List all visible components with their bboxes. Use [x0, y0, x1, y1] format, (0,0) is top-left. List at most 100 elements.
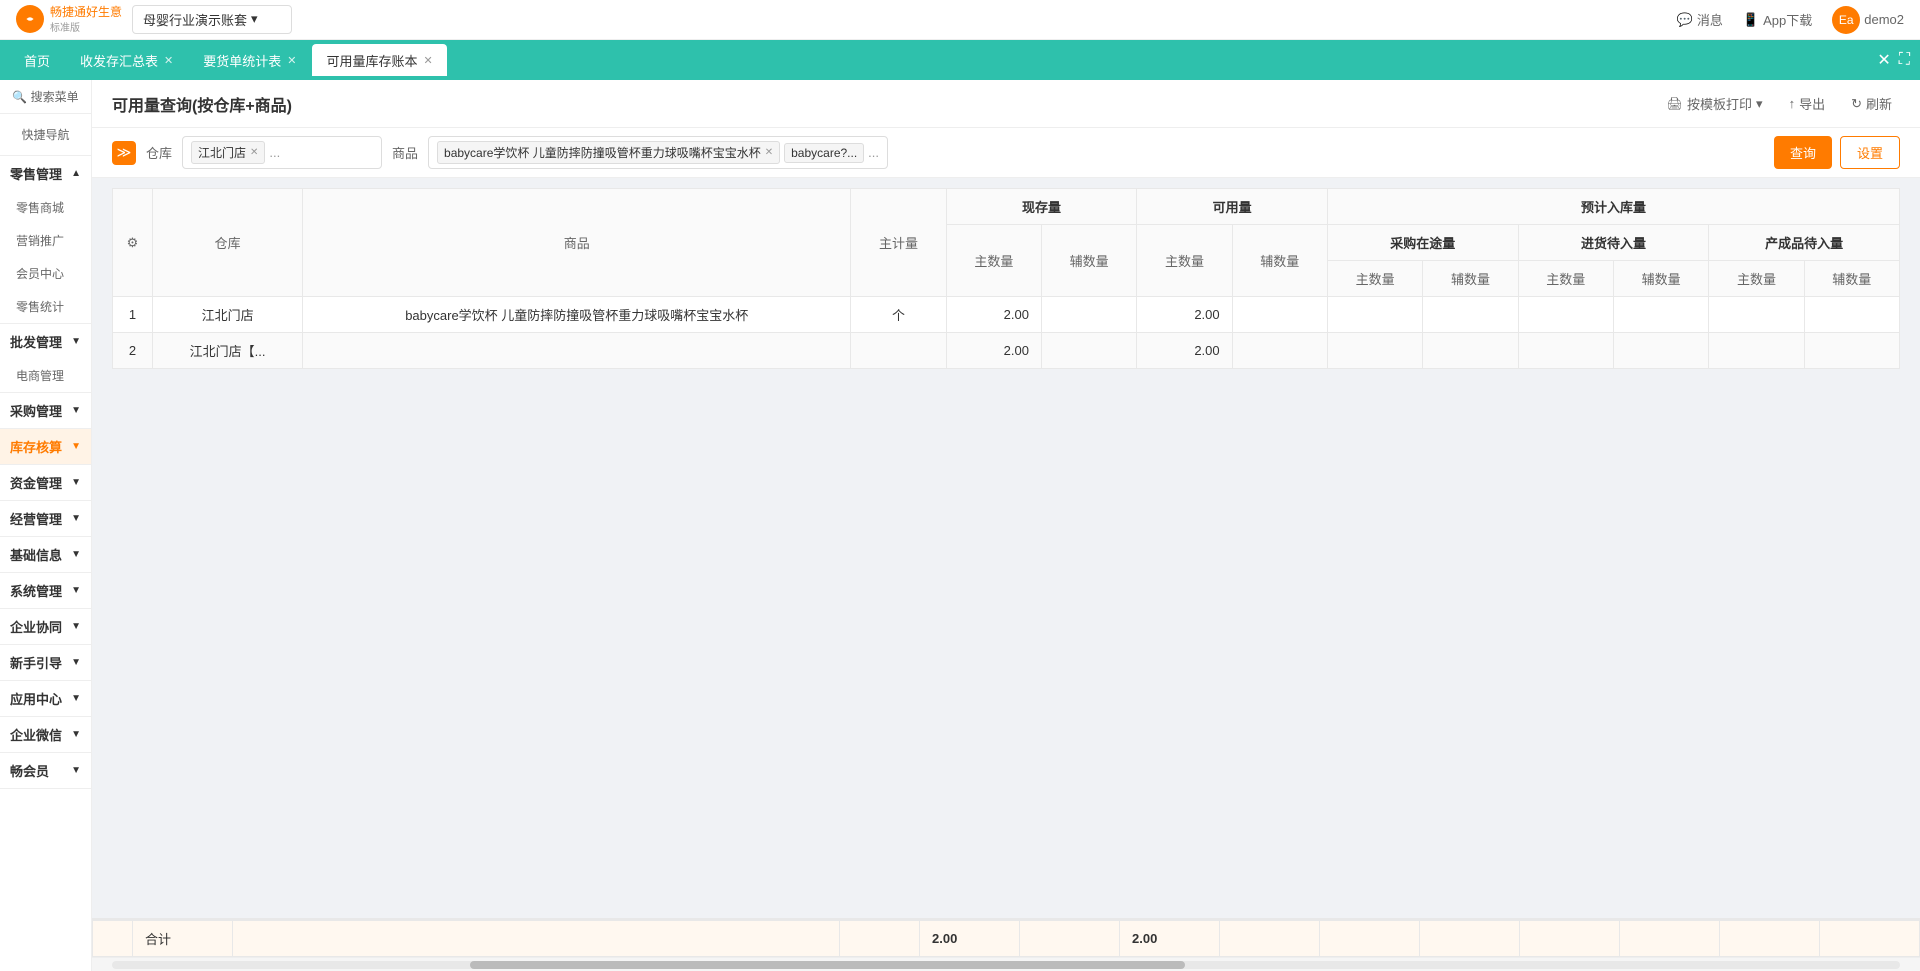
chevron-down-icon: ▼: [71, 336, 81, 347]
incoming-main-header: 主数量: [1518, 261, 1613, 297]
refresh-button[interactable]: ↻ 刷新: [1843, 90, 1900, 117]
sidebar-section-wholesale: 批发管理 ▼ 电商管理: [0, 324, 91, 393]
sidebar-item-retail-stats[interactable]: 零售统计: [0, 290, 91, 323]
currentstock-aux-header: 辅数量: [1041, 225, 1136, 297]
data-table: ⚙ 仓库 商品 主计量 现存量 可用量 预计入库量 主数量 辅数量 主数量 辅数…: [112, 188, 1900, 369]
refresh-icon: ↻: [1851, 96, 1862, 112]
sidebar-section-system: 系统管理 ▼: [0, 573, 91, 609]
sidebar-section-retail: 零售管理 ▲ 零售商城 营销推广 会员中心 零售统计: [0, 156, 91, 324]
message-button[interactable]: 💬 消息: [1677, 10, 1723, 29]
sidebar-section-newbie-header[interactable]: 新手引导 ▼: [0, 645, 91, 680]
chevron-down-icon: ▼: [71, 729, 81, 740]
row-2-purchase-aux: [1423, 333, 1518, 369]
total-purchase-aux: [1420, 921, 1520, 957]
chevron-down-icon: ▼: [71, 477, 81, 488]
total-current-aux: [1020, 921, 1120, 957]
total-products-aux: [1820, 921, 1920, 957]
sidebar-section-operations-header[interactable]: 经营管理 ▼: [0, 501, 91, 536]
scroll-track[interactable]: [112, 961, 1900, 969]
sidebar-section-appcenter: 应用中心 ▼: [0, 681, 91, 717]
total-product-spacer: [233, 921, 840, 957]
tab-close-icon[interactable]: ✕: [424, 54, 433, 67]
settings-column-header[interactable]: ⚙: [113, 189, 153, 297]
avatar: Ea: [1832, 6, 1860, 34]
products-aux-header: 辅数量: [1804, 261, 1899, 297]
total-available-main: 2.00: [1120, 921, 1220, 957]
search-menu[interactable]: 🔍 搜索菜单: [0, 80, 91, 114]
row-1-warehouse: 江北门店: [153, 297, 303, 333]
tab-close-icon[interactable]: ✕: [287, 54, 296, 67]
row-2-no: 2: [113, 333, 153, 369]
product-input[interactable]: babycare学饮杯 儿童防摔防撞吸管杯重力球吸嘴杯宝宝水杯 ✕ babyca…: [428, 136, 888, 169]
row-2-available-main: 2.00: [1137, 333, 1232, 369]
tab-receive-summary[interactable]: 收发存汇总表 ✕: [66, 44, 187, 76]
product-tag-1-close[interactable]: ✕: [765, 147, 773, 158]
incoming-aux-header: 辅数量: [1613, 261, 1708, 297]
row-1-current-main: 2.00: [946, 297, 1041, 333]
row-1-purchase-aux: [1423, 297, 1518, 333]
industry-selector[interactable]: 母婴行业演示账套 ▾: [132, 5, 292, 34]
tab-home[interactable]: 首页: [10, 44, 64, 76]
scroll-thumb[interactable]: [470, 961, 1185, 969]
tab-close-all: ✕ ⛶: [1877, 50, 1910, 70]
expand-button[interactable]: ⛶: [1899, 51, 1910, 69]
sidebar-section-purchase: 采购管理 ▼: [0, 393, 91, 429]
logo-icon: [16, 5, 44, 33]
warehouse-tag-close[interactable]: ✕: [250, 147, 258, 158]
close-all-button[interactable]: ✕: [1877, 50, 1890, 70]
sidebar-section-purchase-header[interactable]: 采购管理 ▼: [0, 393, 91, 428]
query-button[interactable]: 查询: [1774, 136, 1832, 169]
app-download-button[interactable]: 📱 App下载: [1743, 10, 1812, 29]
row-1-available-main: 2.00: [1137, 297, 1232, 333]
expectedin-column-header: 预计入库量: [1327, 189, 1899, 225]
expand-filter-button[interactable]: ≫: [112, 141, 136, 165]
logo: 畅捷通好生意 标准版: [16, 5, 122, 34]
sidebar-item-marketing[interactable]: 营销推广: [0, 224, 91, 257]
export-button[interactable]: ↑ 导出: [1781, 90, 1834, 117]
tab-order-stats[interactable]: 要货单统计表 ✕: [189, 44, 310, 76]
sidebar-section-retail-header[interactable]: 零售管理 ▲: [0, 156, 91, 191]
total-spacer: [93, 921, 133, 957]
purchase-main-header: 主数量: [1327, 261, 1422, 297]
page-title: 可用量查询(按仓库+商品): [112, 92, 292, 116]
sidebar-section-inventory-header[interactable]: 库存核算 ▼: [0, 429, 91, 464]
more-warehouses[interactable]: ...: [269, 145, 280, 160]
products-pending-header: 产成品待入量: [1709, 225, 1900, 261]
print-button[interactable]: 🖨 按模板打印 ▾: [1659, 90, 1771, 117]
row-2-products-aux: [1804, 333, 1899, 369]
sidebar-item-retail-shop[interactable]: 零售商城: [0, 191, 91, 224]
tab-available-stock[interactable]: 可用量库存账本 ✕: [312, 44, 446, 76]
table-footer: 合计 2.00 2.00: [92, 918, 1920, 957]
sidebar-section-wholesale-header[interactable]: 批发管理 ▼: [0, 324, 91, 359]
settings-button[interactable]: 设置: [1840, 136, 1900, 169]
sidebar-item-quicknav[interactable]: 快捷导航: [0, 118, 91, 151]
sidebar-section-system-header[interactable]: 系统管理 ▼: [0, 573, 91, 608]
product-column-header: 商品: [303, 189, 851, 297]
products-main-header: 主数量: [1709, 261, 1804, 297]
row-1-incoming-aux: [1613, 297, 1708, 333]
sidebar-section-finance-header[interactable]: 资金管理 ▼: [0, 465, 91, 500]
tab-close-icon[interactable]: ✕: [164, 54, 173, 67]
sidebar-item-member[interactable]: 会员中心: [0, 257, 91, 290]
chevron-down-icon: ▼: [71, 441, 81, 452]
sidebar-section-changyuanmember-header[interactable]: 畅会员 ▼: [0, 753, 91, 788]
warehouse-tag: 江北门店 ✕: [191, 141, 265, 164]
chevron-down-icon: ▼: [71, 621, 81, 632]
chevron-down-icon: ▼: [71, 693, 81, 704]
sidebar-section-enterprise-header[interactable]: 企业协同 ▼: [0, 609, 91, 644]
sidebar-section-appcenter-header[interactable]: 应用中心 ▼: [0, 681, 91, 716]
more-products[interactable]: ...: [868, 145, 879, 160]
available-column-header: 可用量: [1137, 189, 1328, 225]
warehouse-input[interactable]: 江北门店 ✕ ...: [182, 136, 382, 169]
row-1-incoming-main: [1518, 297, 1613, 333]
sidebar-item-ecommerce[interactable]: 电商管理: [0, 359, 91, 392]
chevron-down-icon: ▼: [71, 549, 81, 560]
sidebar-section-basics-header[interactable]: 基础信息 ▼: [0, 537, 91, 572]
sidebar-section-wechat-header[interactable]: 企业微信 ▼: [0, 717, 91, 752]
row-1-current-aux: [1041, 297, 1136, 333]
logo-text: 畅捷通好生意: [50, 5, 122, 19]
user-menu[interactable]: Ea demo2: [1832, 6, 1904, 34]
sidebar: 🔍 搜索菜单 快捷导航 零售管理 ▲ 零售商城 营销推广 会员中心 零售统计 批…: [0, 80, 92, 971]
row-1-available-aux: [1232, 297, 1327, 333]
warehouse-label: 仓库: [146, 143, 172, 162]
